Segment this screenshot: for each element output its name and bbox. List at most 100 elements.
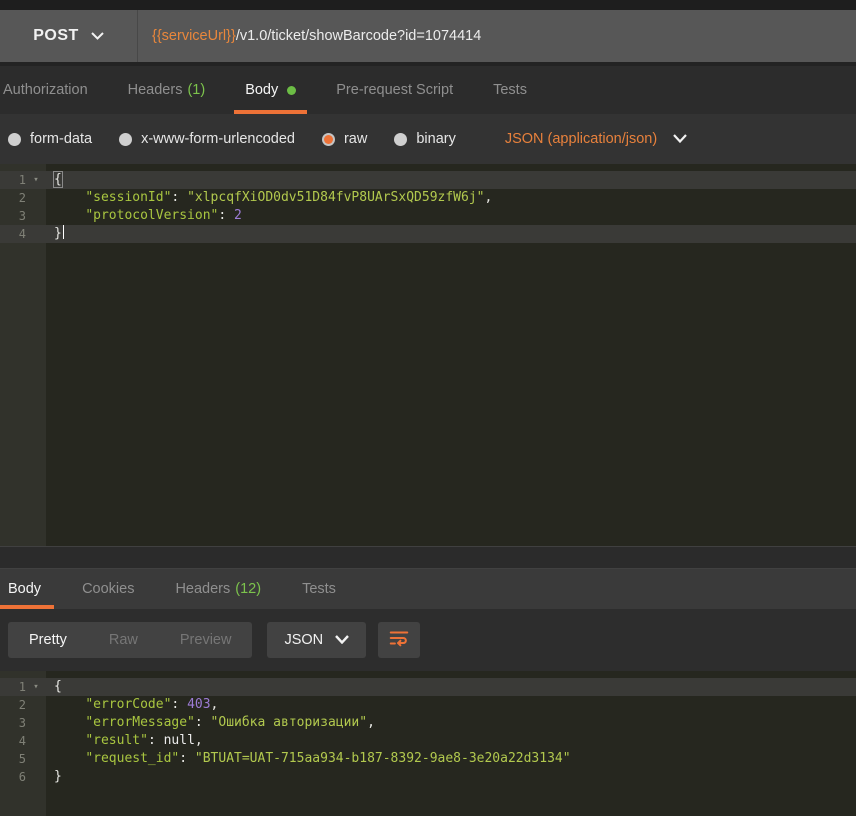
line-gutter: 5 — [0, 750, 46, 768]
code-token: : — [147, 733, 164, 748]
active-tab-underline — [0, 605, 55, 609]
body-filled-dot-icon — [287, 85, 297, 95]
code-token: : — [179, 751, 195, 766]
code-token: } — [54, 226, 62, 241]
response-tab-cookies[interactable]: Cookies — [82, 569, 134, 609]
view-mode-group: Pretty Raw Preview — [8, 622, 253, 658]
line-number: 2 — [18, 698, 26, 712]
code-token: "sessionId" — [85, 190, 172, 205]
response-tab-bar: Body Cookies Headers (12) Tests — [0, 569, 856, 609]
body-mode-bar: form-data x-www-form-urlencoded raw bina… — [0, 114, 856, 164]
request-body-editor[interactable]: 1 ▾ {2 "sessionId": "xlpcqfXiOD0dv51D84fvP… — [0, 164, 856, 546]
code-text[interactable]: "request_id": "BTUAT=UAT-715aa934-b187-8… — [46, 750, 571, 768]
line-gutter: 3 — [0, 207, 46, 225]
line-number: 5 — [18, 752, 26, 766]
view-mode-pretty[interactable]: Pretty — [8, 622, 88, 658]
code-line[interactable]: 5 "request_id": "BTUAT=UAT-715aa934-b187… — [0, 750, 856, 768]
code-token: , — [210, 697, 219, 712]
code-text[interactable]: } — [46, 225, 64, 243]
code-line[interactable]: 1 ▾ { — [0, 171, 856, 189]
mode-raw[interactable]: raw — [321, 131, 367, 147]
code-line[interactable]: 2 "sessionId": "xlpcqfXiOD0dv51D84fvP8UA… — [0, 189, 856, 207]
radio-unselected-icon[interactable] — [394, 132, 408, 146]
code-line[interactable]: 1 ▾ { — [0, 678, 856, 696]
request-url-bar: POST {{serviceUrl}}/v1.0/ticket/showBarc… — [0, 10, 856, 62]
mode-form-data[interactable]: form-data — [8, 131, 92, 147]
url-path: /v1.0/ticket/showBarcode?id=1074414 — [235, 28, 482, 44]
pane-splitter[interactable] — [0, 546, 856, 569]
tab-authorization[interactable]: Authorization — [3, 66, 88, 114]
code-token: : — [194, 715, 211, 730]
wrap-text-icon — [388, 627, 410, 654]
url-input[interactable]: {{serviceUrl}}/v1.0/ticket/showBarcode?i… — [138, 10, 856, 62]
tab-pre-request-script[interactable]: Pre-request Script — [336, 66, 453, 114]
line-number: 4 — [18, 734, 26, 748]
line-number: 3 — [18, 209, 26, 223]
wrap-text-button[interactable] — [378, 622, 421, 658]
code-token: { — [54, 679, 62, 694]
radio-unselected-icon[interactable] — [8, 132, 21, 146]
method-label: POST — [33, 27, 79, 44]
code-text[interactable]: "sessionId": "xlpcqfXiOD0dv51D84fvP8UArS… — [46, 189, 492, 207]
format-chevron-icon — [335, 631, 350, 649]
method-chevron-icon — [91, 27, 104, 45]
line-gutter: 6 — [0, 768, 46, 786]
line-number: 1 — [18, 173, 26, 187]
line-number: 2 — [18, 191, 26, 205]
tab-tests[interactable]: Tests — [493, 66, 527, 114]
headers-count-badge: (1) — [187, 82, 206, 98]
tab-body[interactable]: Body — [234, 66, 308, 114]
view-mode-preview[interactable]: Preview — [159, 622, 253, 658]
mode-binary[interactable]: binary — [394, 131, 456, 147]
method-selector[interactable]: POST — [0, 10, 138, 62]
radio-selected-icon[interactable] — [321, 132, 335, 146]
url-environment-variable: {{serviceUrl}} — [152, 28, 236, 44]
code-token: "BTUAT=UAT-715aa934-b187-8392-9ae8-3e20a… — [194, 751, 571, 766]
line-number: 6 — [18, 770, 26, 784]
postman-window: POST {{serviceUrl}}/v1.0/ticket/showBarc… — [0, 0, 856, 816]
response-format-selector[interactable]: JSON — [267, 622, 367, 658]
code-text[interactable]: "result": null, — [46, 732, 203, 750]
code-line[interactable]: 3 "protocolVersion": 2 — [0, 207, 856, 225]
code-line[interactable]: 4 "result": null, — [0, 732, 856, 750]
line-gutter: 1 ▾ — [0, 678, 46, 696]
code-token: , — [484, 190, 493, 205]
response-body-editor[interactable]: 1 ▾{2 "errorCode": 403, 3 "errorMessage": … — [0, 671, 856, 816]
code-token: 2 — [234, 208, 242, 223]
response-tab-headers[interactable]: Headers (12) — [175, 569, 261, 609]
response-view-toolbar: Pretty Raw Preview JSON — [0, 609, 856, 671]
line-gutter: 2 — [0, 696, 46, 714]
code-token: } — [54, 769, 62, 784]
code-text[interactable]: "errorCode": 403, — [46, 696, 218, 714]
code-line[interactable]: 3 "errorMessage": "Ошибка авторизации", — [0, 714, 856, 732]
code-token: , — [194, 733, 203, 748]
code-token: null — [163, 733, 195, 748]
line-number: 3 — [18, 716, 26, 730]
code-text[interactable]: "protocolVersion": 2 — [46, 207, 242, 225]
line-gutter: 1 ▾ — [0, 171, 46, 189]
code-text[interactable]: { — [46, 171, 63, 189]
tab-headers[interactable]: Headers (1) — [128, 66, 206, 114]
content-type-selector[interactable]: JSON (application/json) — [505, 130, 687, 148]
view-mode-raw[interactable]: Raw — [88, 622, 159, 658]
code-text[interactable]: { — [46, 678, 62, 696]
code-line[interactable]: 6} — [0, 768, 856, 786]
code-token: "errorMessage" — [85, 715, 195, 730]
code-token: : — [171, 697, 188, 712]
fold-arrow-icon[interactable]: ▾ — [26, 171, 46, 189]
fold-arrow-icon[interactable]: ▾ — [26, 678, 46, 696]
response-tab-body[interactable]: Body — [0, 569, 55, 609]
code-token: "errorCode" — [85, 697, 172, 712]
response-tab-tests[interactable]: Tests — [302, 569, 336, 609]
code-text[interactable]: } — [46, 768, 62, 786]
mode-x-www-form-urlencoded[interactable]: x-www-form-urlencoded — [119, 131, 295, 147]
code-line[interactable]: 4} — [0, 225, 856, 243]
code-line[interactable]: 2 "errorCode": 403, — [0, 696, 856, 714]
radio-unselected-icon[interactable] — [119, 132, 133, 146]
code-text[interactable]: "errorMessage": "Ошибка авторизации", — [46, 714, 375, 732]
code-token: "Ошибка авторизации" — [210, 715, 368, 730]
